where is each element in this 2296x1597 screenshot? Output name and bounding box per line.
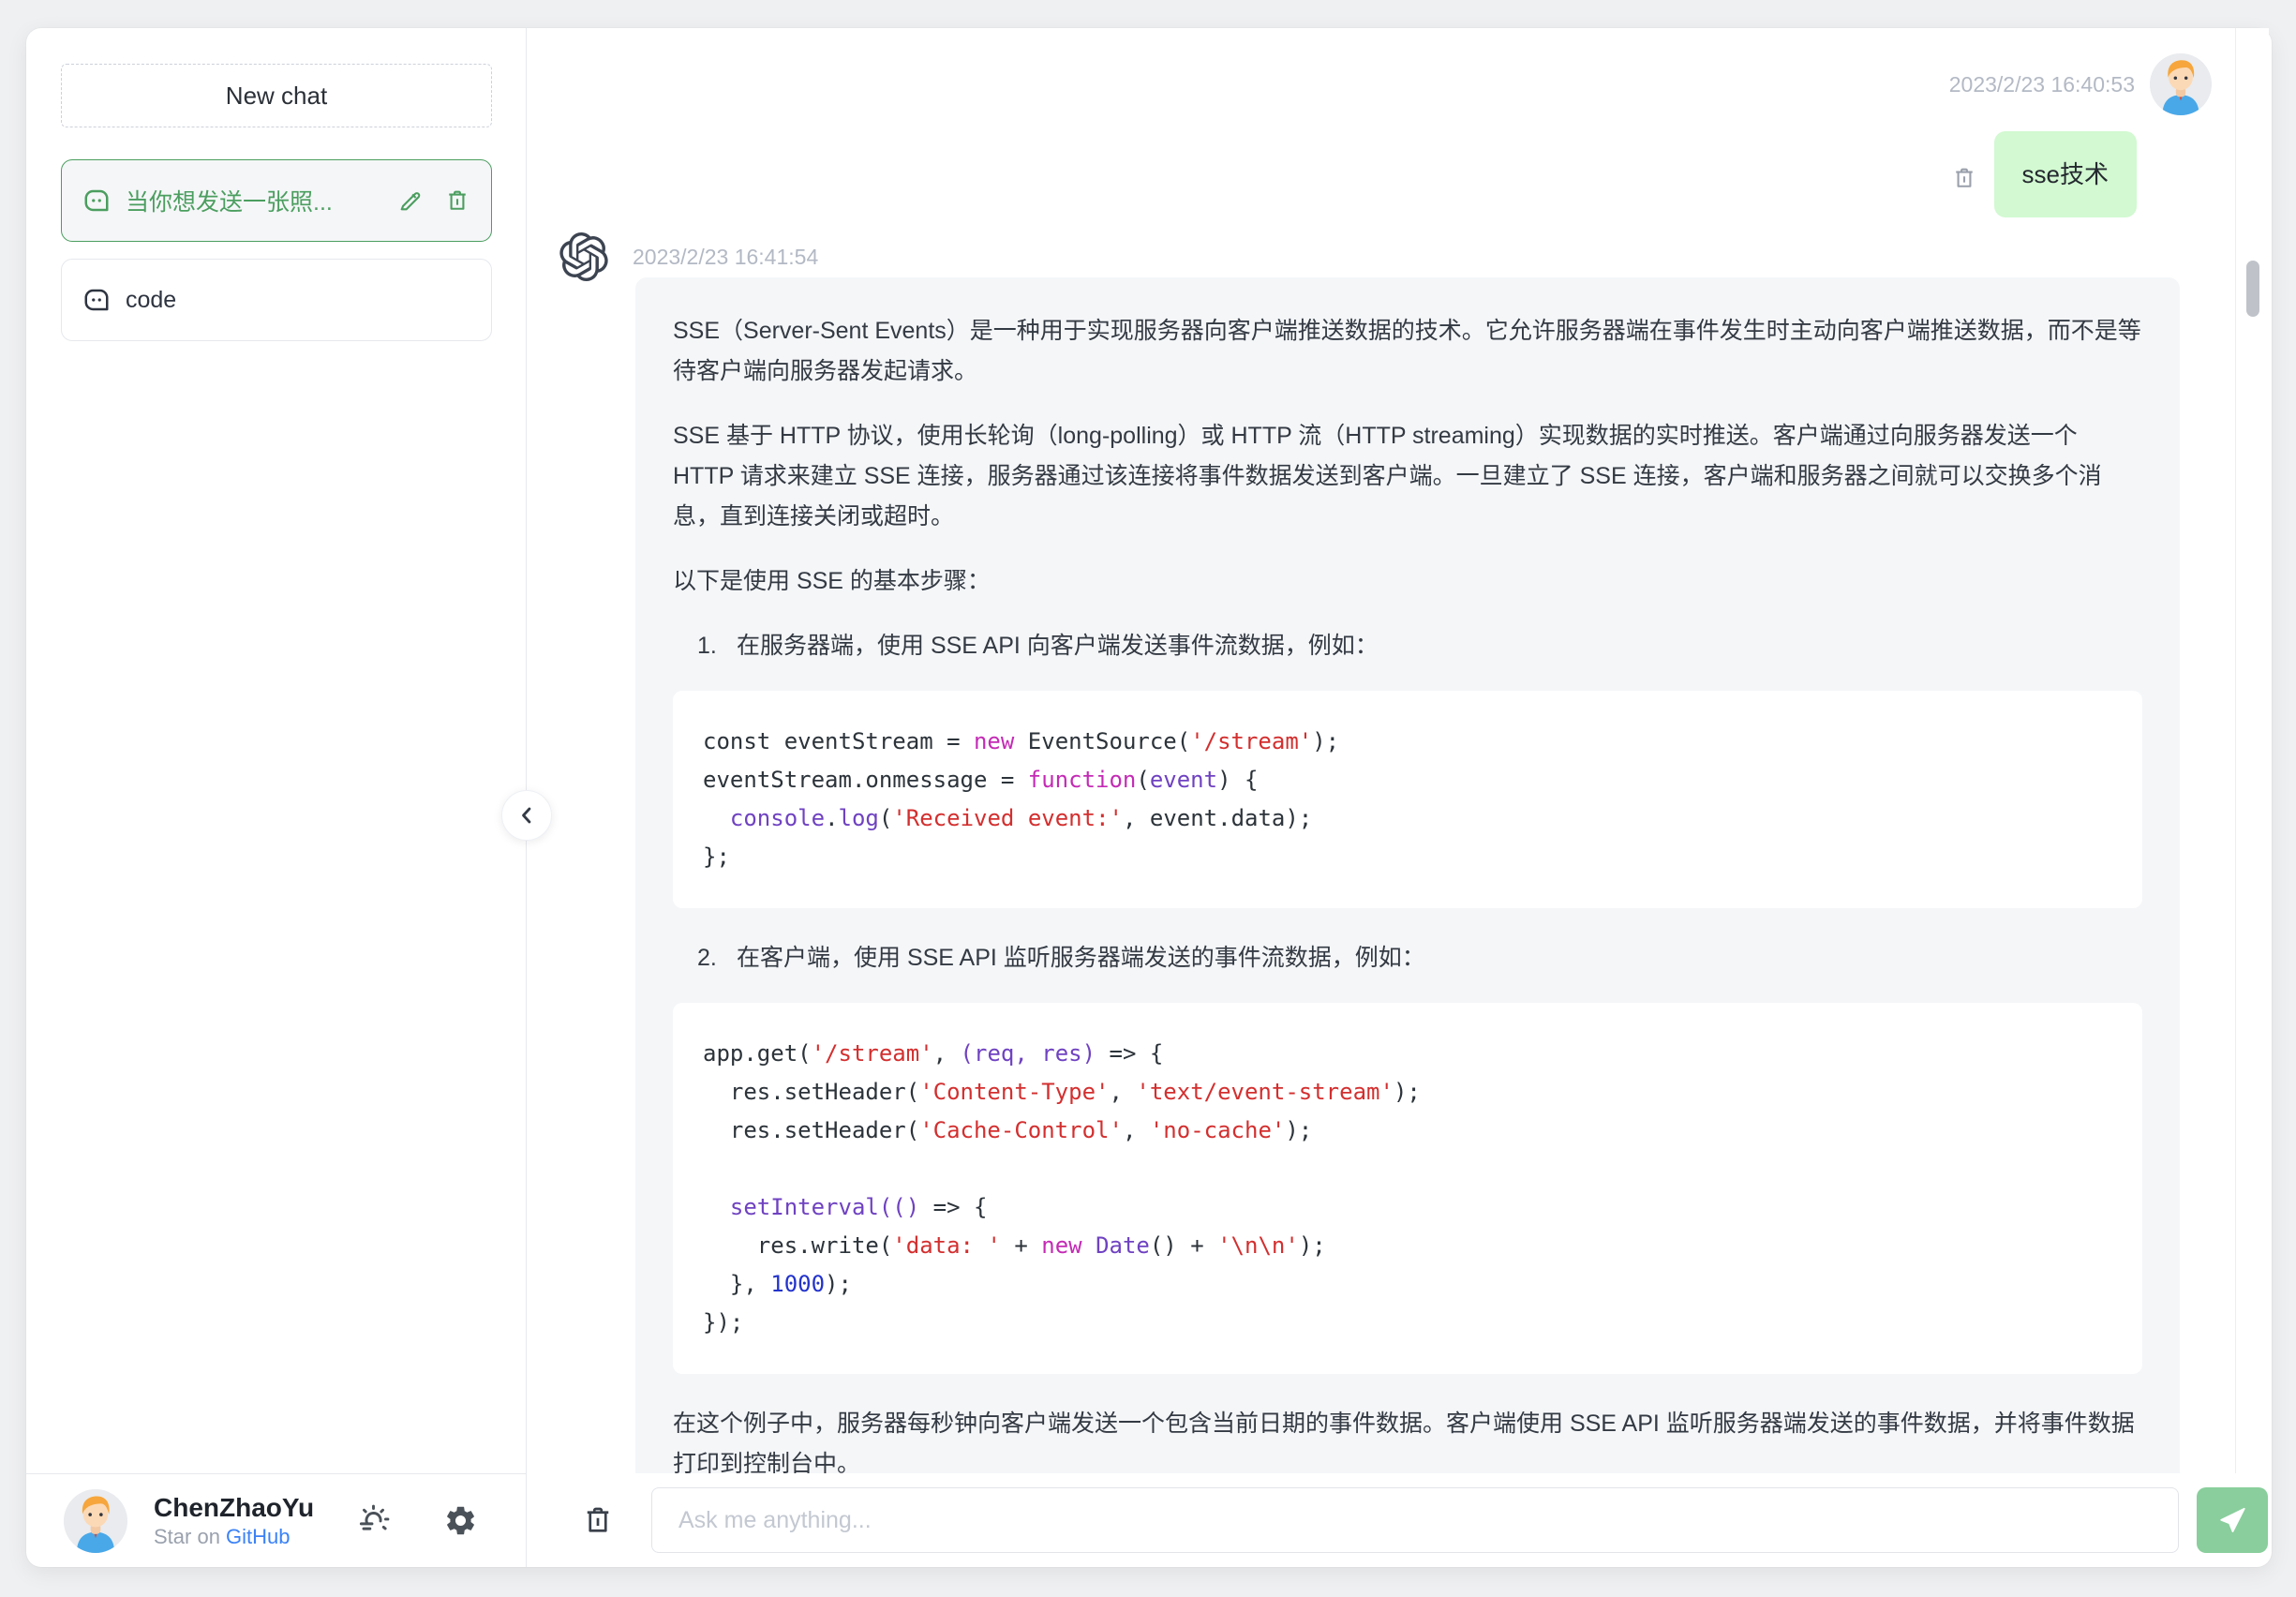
github-link[interactable]: GitHub — [226, 1525, 290, 1548]
sidebar-conversation-item[interactable]: 当你想发送一张照... — [61, 159, 492, 242]
avatar-illustration — [64, 1488, 127, 1553]
user-message-bubble: sse技术 — [1993, 131, 2137, 217]
code-block: const eventStream = new EventSource('/st… — [673, 691, 2142, 908]
message-paragraph: 在这个例子中，服务器每秒钟向客户端发送一个包含当前日期的事件数据。客户端使用 S… — [673, 1410, 2135, 1473]
message-paragraph: SSE（Server-Sent Events）是一种用于实现服务器向客户端推送数… — [673, 318, 2141, 384]
user-message: 2023/2/23 16:40:53 sse技术 — [1949, 53, 2212, 217]
chat-bubble-icon — [82, 187, 111, 215]
assistant-message-timestamp: 2023/2/23 16:41:54 — [633, 244, 819, 269]
clear-conversation-icon[interactable] — [581, 1503, 615, 1537]
assistant-message: 2023/2/23 16:41:54 SSE（Server-Sent Event… — [559, 232, 2181, 1473]
sidebar-conversation-item[interactable]: code — [61, 259, 492, 341]
composer-bar — [528, 1473, 2272, 1567]
send-button[interactable] — [2197, 1487, 2268, 1553]
sidebar: New chat 当你想发送一张照... code ChenZhaoYu Star… — [26, 28, 527, 1567]
list-item: 1. 在服务器端，使用 SSE API 向客户端发送事件流数据，例如： — [697, 633, 1379, 659]
code-block: app.get('/stream', (req, res) => { res.s… — [673, 1003, 2142, 1374]
github-star-line: Star on GitHub — [154, 1524, 356, 1550]
paper-plane-icon — [2220, 1507, 2245, 1532]
chat-main: 2023/2/23 16:40:53 sse技术 2023/2/23 16:41… — [528, 28, 2272, 1567]
user-avatar — [64, 1488, 127, 1553]
scrollbar-thumb[interactable] — [2246, 261, 2259, 317]
collapse-sidebar-button[interactable] — [501, 790, 552, 841]
chevron-left-icon — [522, 807, 531, 824]
new-chat-button[interactable]: New chat — [61, 64, 492, 127]
chat-scroll-area: 2023/2/23 16:40:53 sse技术 2023/2/23 16:41… — [528, 28, 2272, 1473]
username: ChenZhaoYu — [154, 1492, 315, 1522]
assistant-message-bubble: SSE（Server-Sent Events）是一种用于实现服务器向客户端推送数… — [635, 277, 2180, 1473]
chat-bubble-icon — [82, 286, 111, 314]
chat-scrollbar-track[interactable] — [2235, 28, 2269, 1473]
conversation-list: 当你想发送一张照... code — [61, 159, 492, 341]
user-message-timestamp: 2023/2/23 16:40:53 — [1948, 71, 2135, 97]
message-input[interactable] — [651, 1487, 2179, 1553]
user-avatar — [2150, 53, 2212, 115]
conversation-title: code — [126, 286, 177, 313]
message-paragraph: SSE 基于 HTTP 协议，使用长轮询（long-polling）或 HTTP… — [673, 423, 2102, 530]
avatar-illustration — [2150, 53, 2212, 115]
openai-logo-icon — [559, 232, 608, 282]
delete-message-icon[interactable] — [1951, 165, 1977, 191]
sidebar-footer: ChenZhaoYu Star on GitHub — [26, 1473, 527, 1567]
star-on-text: Star on — [154, 1524, 227, 1548]
message-paragraph: 以下是使用 SSE 的基本步骤： — [673, 568, 991, 594]
conversation-title: 当你想发送一张照... — [126, 189, 333, 216]
settings-gear-icon[interactable] — [443, 1503, 478, 1538]
list-item: 2. 在客户端，使用 SSE API 监听服务器端发送的事件流数据，例如： — [697, 945, 1425, 971]
app-window: New chat 当你想发送一张照... code ChenZhaoYu Star… — [26, 28, 2272, 1567]
theme-toggle-icon[interactable] — [356, 1503, 391, 1538]
trash-icon[interactable] — [444, 187, 470, 214]
edit-icon[interactable] — [397, 187, 424, 214]
